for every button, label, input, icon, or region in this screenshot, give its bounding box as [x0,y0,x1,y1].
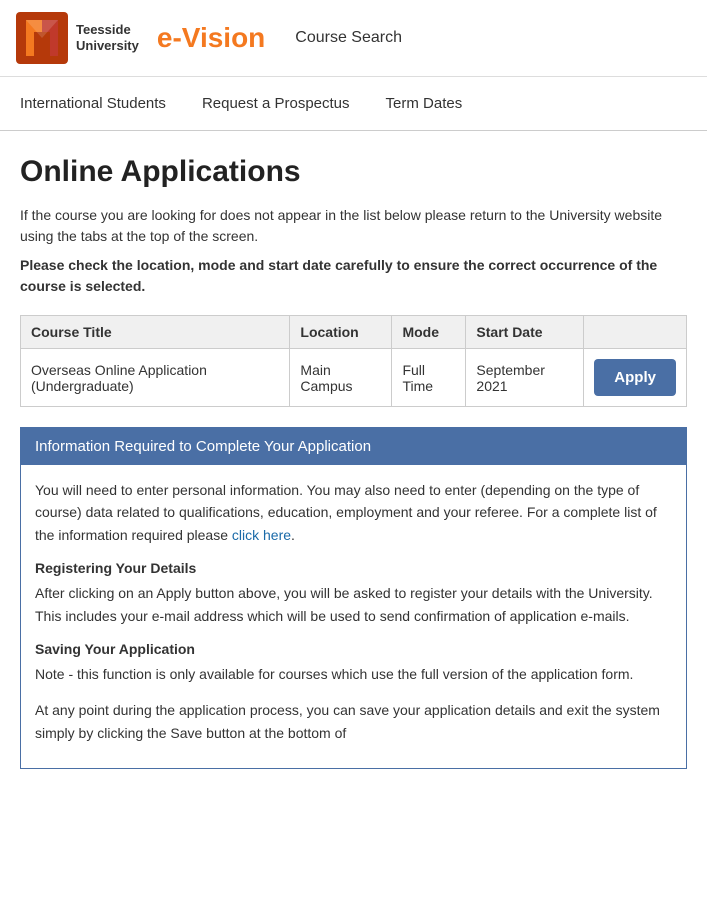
nav-request-prospectus[interactable]: Request a Prospectus [202,95,350,112]
saving-application-note: Note - this function is only available f… [35,663,672,685]
col-header-mode: Mode [392,316,466,349]
teesside-logo-icon [16,12,68,64]
logo-area: Teesside University [16,12,139,64]
start-date-cell: September 2021 [466,349,584,407]
info-intro-paragraph: You will need to enter personal informat… [35,479,672,546]
info-box: Information Required to Complete Your Ap… [20,427,687,769]
main-nav: International Students Request a Prospec… [0,77,707,131]
course-title-cell: Overseas Online Application (Undergradua… [21,349,290,407]
col-header-start-date: Start Date [466,316,584,349]
location-cell: Main Campus [290,349,392,407]
course-search-link[interactable]: Course Search [295,29,402,47]
course-table: Course Title Location Mode Start Date Ov… [20,315,687,407]
table-row: Overseas Online Application (Undergradua… [21,349,687,407]
mode-cell: Full Time [392,349,466,407]
university-name: Teesside University [76,22,139,53]
registering-details-title: Registering Your Details [35,560,672,576]
page-title: Online Applications [20,155,687,189]
apply-cell: Apply [584,349,687,407]
main-content: Online Applications If the course you ar… [0,131,707,793]
click-here-link[interactable]: click here [232,527,291,543]
nav-international-students[interactable]: International Students [20,95,166,112]
col-header-action [584,316,687,349]
saving-application-text: At any point during the application proc… [35,699,672,744]
header: Teesside University e-Vision Course Sear… [0,0,707,77]
evision-label: e-Vision [157,22,265,54]
intro-text: If the course you are looking for does n… [20,205,687,247]
saving-application-title: Saving Your Application [35,641,672,657]
col-header-course-title: Course Title [21,316,290,349]
col-header-location: Location [290,316,392,349]
info-box-header: Information Required to Complete Your Ap… [21,428,686,465]
info-box-body: You will need to enter personal informat… [21,465,686,768]
registering-details-text: After clicking on an Apply button above,… [35,582,672,627]
warning-text: Please check the location, mode and star… [20,255,687,297]
nav-term-dates[interactable]: Term Dates [386,95,463,112]
apply-button[interactable]: Apply [594,359,676,396]
